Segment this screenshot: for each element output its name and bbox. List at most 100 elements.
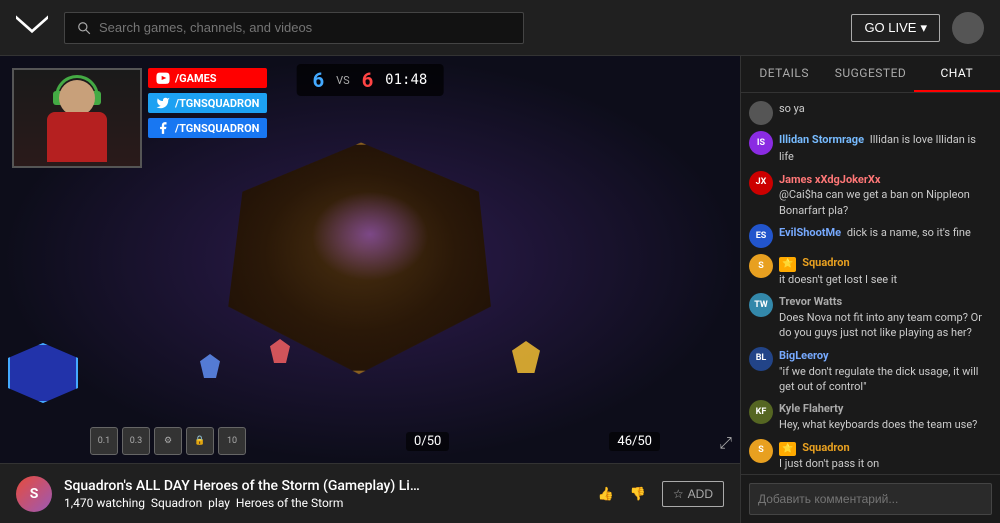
message-avatar: IS xyxy=(749,131,773,155)
message-avatar xyxy=(749,101,773,125)
main-layout: 6 VS 6 01:48 xyxy=(0,56,1000,523)
top-navigation: GO LIVE ▾ xyxy=(0,0,1000,56)
message-avatar: BL xyxy=(749,347,773,371)
message-username: Trevor Watts xyxy=(779,295,842,308)
tab-chat[interactable]: CHAT xyxy=(914,56,1000,92)
message-content: Kyle Flaherty Hey, what keyboards does t… xyxy=(779,400,992,432)
hud-item-group: 0.1 0.3 ⚙ 🔒 10 xyxy=(90,427,246,455)
add-label: ADD xyxy=(688,487,713,501)
message-content: ⭐ Squadron it doesn't get lost I see it xyxy=(779,254,992,287)
go-live-button[interactable]: GO LIVE ▾ xyxy=(851,14,940,42)
message-content: James xXdgJokerXx @Cai$ha can we get a b… xyxy=(779,171,992,219)
message-avatar: ES xyxy=(749,224,773,248)
twitter-overlay: /TGNSQUADRON xyxy=(148,93,267,113)
video-text: Squadron's ALL DAY Heroes of the Storm (… xyxy=(64,478,586,510)
message-avatar: TW xyxy=(749,293,773,317)
message-text: I just don't pass it on xyxy=(779,456,992,471)
message-content: EvilShootMe dick is a name, so it's fine xyxy=(779,224,992,248)
expand-button[interactable]: ⤢ xyxy=(719,433,732,453)
tab-suggested[interactable]: SUGGESTED xyxy=(827,56,913,92)
video-info-bar: S Squadron's ALL DAY Heroes of the Storm… xyxy=(0,463,740,523)
play-label: play xyxy=(208,496,230,510)
message-username: Squadron xyxy=(802,441,849,454)
search-icon xyxy=(77,21,91,35)
chat-message: so ya xyxy=(749,101,992,125)
youtube-overlay: /GAMES xyxy=(148,68,267,88)
score-vs: VS xyxy=(336,74,350,87)
video-area: 6 VS 6 01:48 xyxy=(0,56,740,523)
logo[interactable] xyxy=(16,15,48,41)
add-button[interactable]: ☆ ADD xyxy=(662,481,724,507)
chat-message: JX James xXdgJokerXx @Cai$ha can we get … xyxy=(749,171,992,219)
star-icon: ☆ xyxy=(673,487,684,501)
twitter-icon xyxy=(156,96,170,110)
hud-item-3: ⚙ xyxy=(154,427,182,455)
message-text: Hey, what keyboards does the team use? xyxy=(779,417,992,432)
chat-message: KF Kyle Flaherty Hey, what keyboards doe… xyxy=(749,400,992,432)
watch-count: 1,470 watching xyxy=(64,496,145,510)
squadron-badge: ⭐ xyxy=(779,442,796,457)
twitter-label: /TGNSQUADRON xyxy=(175,97,259,110)
message-text: so ya xyxy=(779,101,992,116)
chat-message: TW Trevor Watts Does Nova not fit into a… xyxy=(749,293,992,341)
streamer-cam xyxy=(12,68,142,168)
message-username: Kyle Flaherty xyxy=(779,402,843,415)
message-content: ⭐ Squadron I just don't pass it on xyxy=(779,439,992,472)
message-content: Illidan Stormrage Illidan is love Illida… xyxy=(779,131,992,165)
search-bar[interactable] xyxy=(64,12,524,44)
message-username: EvilShootMe xyxy=(779,226,841,239)
video-wrapper[interactable]: 6 VS 6 01:48 xyxy=(0,56,740,463)
facebook-overlay: /TGNSQUADRON xyxy=(148,118,267,138)
search-input[interactable] xyxy=(99,20,511,35)
chat-messages: so ya IS Illidan Stormrage Illidan is lo… xyxy=(741,93,1000,474)
message-username: Squadron xyxy=(802,256,849,269)
chat-message: S ⭐ Squadron it doesn't get lost I see i… xyxy=(749,254,992,287)
youtube-icon xyxy=(156,71,170,85)
chat-message: S ⭐ Squadron I just don't pass it on xyxy=(749,439,992,472)
game-arena xyxy=(200,142,541,409)
video-meta: 1,470 watching Squadron play Heroes of t… xyxy=(64,496,586,510)
avatar[interactable] xyxy=(952,12,984,44)
message-avatar: S xyxy=(749,439,773,463)
channel-icon[interactable]: S xyxy=(16,476,52,512)
score-red: 6 xyxy=(362,68,373,92)
message-text: Does Nova not fit into any team comp? Or… xyxy=(779,310,992,341)
message-text: "if we don't regulate the dick usage, it… xyxy=(779,364,992,395)
game-name: Heroes of the Storm xyxy=(236,496,343,510)
like-button[interactable]: 👍 xyxy=(598,486,614,502)
message-text: it doesn't get lost I see it xyxy=(779,272,992,287)
chat-message: ES EvilShootMe dick is a name, so it's f… xyxy=(749,224,992,248)
message-text: dick is a name, so it's fine xyxy=(844,226,971,239)
hud-item-5: 10 xyxy=(218,427,246,455)
message-avatar: KF xyxy=(749,400,773,424)
chat-message: BL BigLeeroy "if we don't regulate the d… xyxy=(749,347,992,395)
health-counter: 0/50 xyxy=(406,432,449,451)
facebook-label: /TGNSQUADRON xyxy=(175,122,259,135)
hud-item-4: 🔒 xyxy=(186,427,214,455)
channel-name: Squadron xyxy=(151,496,202,510)
video-title: Squadron's ALL DAY Heroes of the Storm (… xyxy=(64,478,424,494)
score-time: 01:48 xyxy=(385,72,427,88)
message-username: BigLeeroy xyxy=(779,349,829,362)
dislike-button[interactable]: 👎 xyxy=(630,486,646,502)
facebook-icon xyxy=(156,121,170,135)
video-actions: 👍 👎 ☆ ADD xyxy=(598,481,724,507)
player-cam-bottom xyxy=(8,343,78,403)
chat-input[interactable] xyxy=(749,483,992,515)
cam-view xyxy=(14,70,140,166)
score-bar: 6 VS 6 01:48 xyxy=(297,64,444,96)
message-username: James xXdgJokerXx xyxy=(779,173,880,186)
message-content: Trevor Watts Does Nova not fit into any … xyxy=(779,293,992,341)
message-avatar: S xyxy=(749,254,773,278)
message-username: Illidan Stormrage xyxy=(779,133,864,146)
chat-message: IS Illidan Stormrage Illidan is love Ill… xyxy=(749,131,992,165)
person-head xyxy=(59,80,95,116)
message-avatar: JX xyxy=(749,171,773,195)
tab-details[interactable]: DETAILS xyxy=(741,56,827,92)
chevron-down-icon: ▾ xyxy=(920,20,927,36)
hud-item-2: 0.3 xyxy=(122,427,150,455)
message-text: @Cai$ha can we get a ban on Nippleon Bon… xyxy=(779,187,992,218)
message-content: so ya xyxy=(779,101,992,125)
chat-input-area xyxy=(741,474,1000,523)
squadron-badge: ⭐ xyxy=(779,257,796,272)
